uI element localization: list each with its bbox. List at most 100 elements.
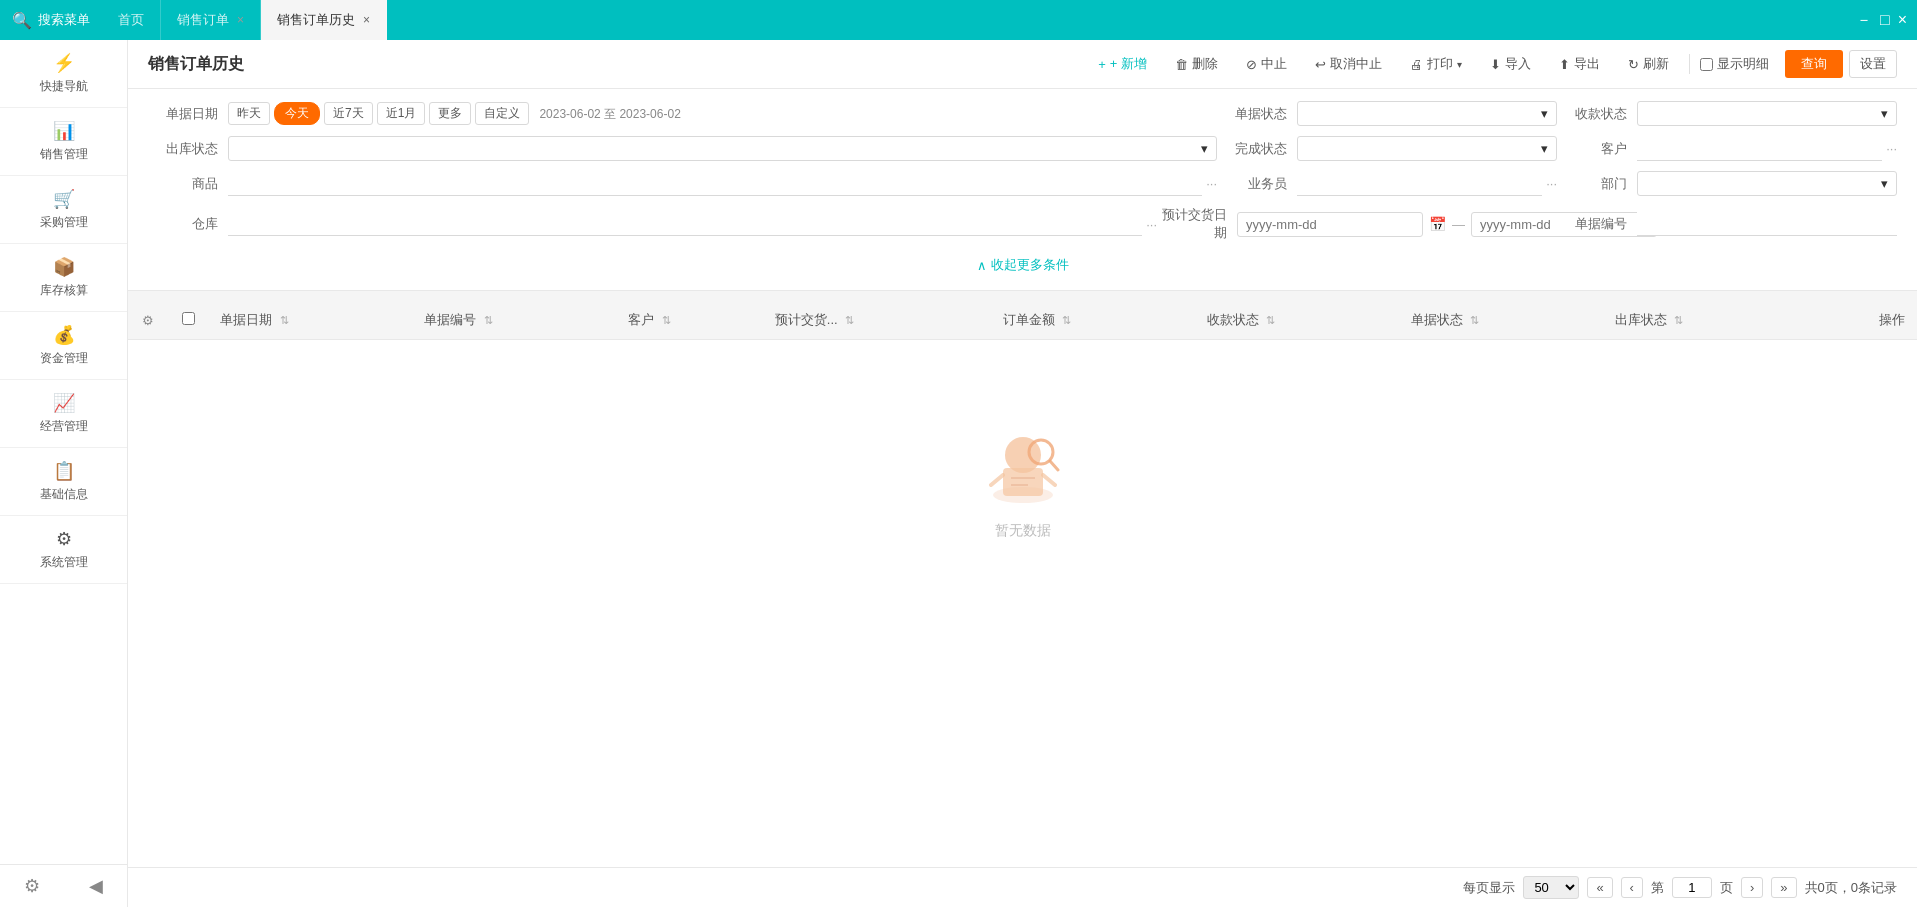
salesperson-input[interactable] bbox=[1297, 172, 1542, 196]
sidebar-item-purchase-mgmt[interactable]: 🛒 采购管理 bbox=[0, 176, 127, 244]
empty-state: 暂无数据 bbox=[128, 340, 1917, 620]
date-separator: — bbox=[1452, 217, 1465, 232]
sidebar-item-operations[interactable]: 📈 经营管理 bbox=[0, 380, 127, 448]
warehouse-status-select[interactable]: ▾ bbox=[228, 136, 1217, 161]
customer-label: 客户 bbox=[1557, 140, 1637, 158]
doc-no-input[interactable] bbox=[1637, 212, 1897, 236]
stop-icon: ⊘ bbox=[1246, 57, 1257, 72]
department-dropdown-icon: ▾ bbox=[1881, 176, 1888, 191]
settings-button[interactable]: 设置 bbox=[1849, 50, 1897, 78]
date-btn-7days[interactable]: 近7天 bbox=[324, 102, 373, 125]
sort-customer-icon[interactable]: ⇅ bbox=[662, 314, 671, 326]
table-settings-icon[interactable]: ⚙ bbox=[142, 313, 154, 328]
total-info: 共0页，0条记录 bbox=[1805, 879, 1897, 897]
stop-button[interactable]: ⊘ 中止 bbox=[1236, 51, 1297, 77]
sidebar-collapse-icon[interactable]: ◀ bbox=[89, 875, 103, 897]
receipt-status-select[interactable]: ▾ bbox=[1637, 101, 1897, 126]
pagination-bar: 每页显示 10 20 50 100 « ‹ 第 页 › » 共0页，0条记录 bbox=[128, 867, 1917, 907]
sidebar-item-system-mgmt[interactable]: ⚙ 系统管理 bbox=[0, 516, 127, 584]
sort-docno-icon[interactable]: ⇅ bbox=[484, 314, 493, 326]
th-doc-status: 单据状态 ⇅ bbox=[1399, 301, 1603, 340]
sort-amount-icon[interactable]: ⇅ bbox=[1062, 314, 1071, 326]
warehouse-dots[interactable]: ··· bbox=[1146, 217, 1157, 232]
goods-input[interactable] bbox=[228, 172, 1202, 196]
th-customer: 客户 ⇅ bbox=[616, 301, 763, 340]
empty-svg bbox=[973, 420, 1073, 510]
sidebar-item-finance[interactable]: 💰 资金管理 bbox=[0, 312, 127, 380]
sidebar-item-inventory[interactable]: 📦 库存核算 bbox=[0, 244, 127, 312]
sort-receipt-icon[interactable]: ⇅ bbox=[1266, 314, 1275, 326]
sidebar-label-purchase-mgmt: 采购管理 bbox=[40, 214, 88, 231]
sort-doc-status-icon[interactable]: ⇅ bbox=[1470, 314, 1479, 326]
department-label: 部门 bbox=[1557, 175, 1637, 193]
sidebar-item-sales-mgmt[interactable]: 📊 销售管理 bbox=[0, 108, 127, 176]
date-btn-today[interactable]: 今天 bbox=[274, 102, 320, 125]
sidebar-settings-icon[interactable]: ⚙ bbox=[24, 875, 40, 897]
refresh-button[interactable]: ↻ 刷新 bbox=[1618, 51, 1679, 77]
completion-status-label: 完成状态 bbox=[1217, 140, 1297, 158]
minimize-btn[interactable]: － bbox=[1856, 10, 1872, 31]
th-warehouse-status: 出库状态 ⇅ bbox=[1603, 301, 1807, 340]
sidebar-label-operations: 经营管理 bbox=[40, 418, 88, 435]
close-btn[interactable]: × bbox=[1898, 11, 1907, 29]
customer-dots[interactable]: ··· bbox=[1886, 141, 1897, 156]
show-detail-checkbox[interactable] bbox=[1700, 58, 1713, 71]
date-btn-yesterday[interactable]: 昨天 bbox=[228, 102, 270, 125]
completion-status-select[interactable]: ▾ bbox=[1297, 136, 1557, 161]
department-select[interactable]: ▾ bbox=[1637, 171, 1897, 196]
finance-icon: 💰 bbox=[53, 324, 75, 346]
calendar-from-icon[interactable]: 📅 bbox=[1429, 216, 1446, 232]
collapse-label: 收起更多条件 bbox=[991, 256, 1069, 274]
delete-button[interactable]: 🗑 删除 bbox=[1165, 51, 1228, 77]
doc-status-dropdown-icon: ▾ bbox=[1541, 106, 1548, 121]
filter-area: 单据日期 昨天 今天 近7天 近1月 更多 自定义 2023-06-02 至 2… bbox=[128, 89, 1917, 291]
prev-page-btn[interactable]: ‹ bbox=[1621, 877, 1643, 898]
basic-info-icon: 📋 bbox=[53, 460, 75, 482]
tab-home[interactable]: 首页 bbox=[102, 0, 161, 40]
select-all-checkbox[interactable] bbox=[182, 312, 195, 325]
date-btn-1month[interactable]: 近1月 bbox=[377, 102, 426, 125]
date-btn-more[interactable]: 更多 bbox=[429, 102, 471, 125]
last-page-btn[interactable]: » bbox=[1771, 877, 1796, 898]
export-icon: ⬆ bbox=[1559, 57, 1570, 72]
page-input[interactable] bbox=[1672, 877, 1712, 898]
cancel-stop-button[interactable]: ↩ 取消中止 bbox=[1305, 51, 1392, 77]
first-page-btn[interactable]: « bbox=[1587, 877, 1612, 898]
sort-delivery-icon[interactable]: ⇅ bbox=[845, 314, 854, 326]
show-detail-checkbox-group: 显示明细 bbox=[1700, 55, 1769, 73]
sidebar-item-quick-nav[interactable]: ⚡ 快捷导航 bbox=[0, 40, 127, 108]
delivery-date-from[interactable] bbox=[1237, 212, 1423, 237]
per-page-select[interactable]: 10 20 50 100 bbox=[1523, 876, 1579, 899]
tab-bar: 首页 销售订单 × 销售订单历史 × bbox=[102, 0, 1846, 40]
salesperson-dots[interactable]: ··· bbox=[1546, 176, 1557, 191]
filter-col-customer: 客户 ··· bbox=[1557, 137, 1897, 161]
import-button[interactable]: ⬇ 导入 bbox=[1480, 51, 1541, 77]
tab-close-history[interactable]: × bbox=[363, 13, 370, 27]
query-button[interactable]: 查询 bbox=[1785, 50, 1843, 78]
maximize-btn[interactable]: □ bbox=[1880, 11, 1890, 29]
next-page-btn[interactable]: › bbox=[1741, 877, 1763, 898]
sidebar-item-basic-info[interactable]: 📋 基础信息 bbox=[0, 448, 127, 516]
collapse-button[interactable]: ∧ 收起更多条件 bbox=[148, 252, 1897, 278]
date-label: 单据日期 bbox=[148, 105, 228, 123]
search-menu[interactable]: 🔍 搜索菜单 bbox=[0, 0, 102, 40]
tab-sales-order[interactable]: 销售订单 × bbox=[161, 0, 261, 40]
th-docno: 单据编号 ⇅ bbox=[412, 301, 616, 340]
tab-close-sales-order[interactable]: × bbox=[237, 13, 244, 27]
customer-input[interactable] bbox=[1637, 137, 1882, 161]
sort-date-icon[interactable]: ⇅ bbox=[280, 314, 289, 326]
inventory-icon: 📦 bbox=[53, 256, 75, 278]
tab-sales-order-history[interactable]: 销售订单历史 × bbox=[261, 0, 387, 40]
filter-col-warehouse: 仓库 ··· bbox=[148, 212, 1157, 236]
table-body: 暂无数据 bbox=[128, 340, 1917, 621]
export-button[interactable]: ⬆ 导出 bbox=[1549, 51, 1610, 77]
new-button[interactable]: + + 新增 bbox=[1088, 51, 1157, 77]
warehouse-input[interactable] bbox=[228, 212, 1142, 236]
th-receipt-status: 收款状态 ⇅ bbox=[1195, 301, 1399, 340]
goods-dots[interactable]: ··· bbox=[1206, 176, 1217, 191]
doc-status-select[interactable]: ▾ bbox=[1297, 101, 1557, 126]
sort-warehouse-status-icon[interactable]: ⇅ bbox=[1674, 314, 1683, 326]
date-btn-custom[interactable]: 自定义 bbox=[475, 102, 529, 125]
sidebar-label-inventory: 库存核算 bbox=[40, 282, 88, 299]
print-button[interactable]: 🖨 打印 ▾ bbox=[1400, 51, 1472, 77]
